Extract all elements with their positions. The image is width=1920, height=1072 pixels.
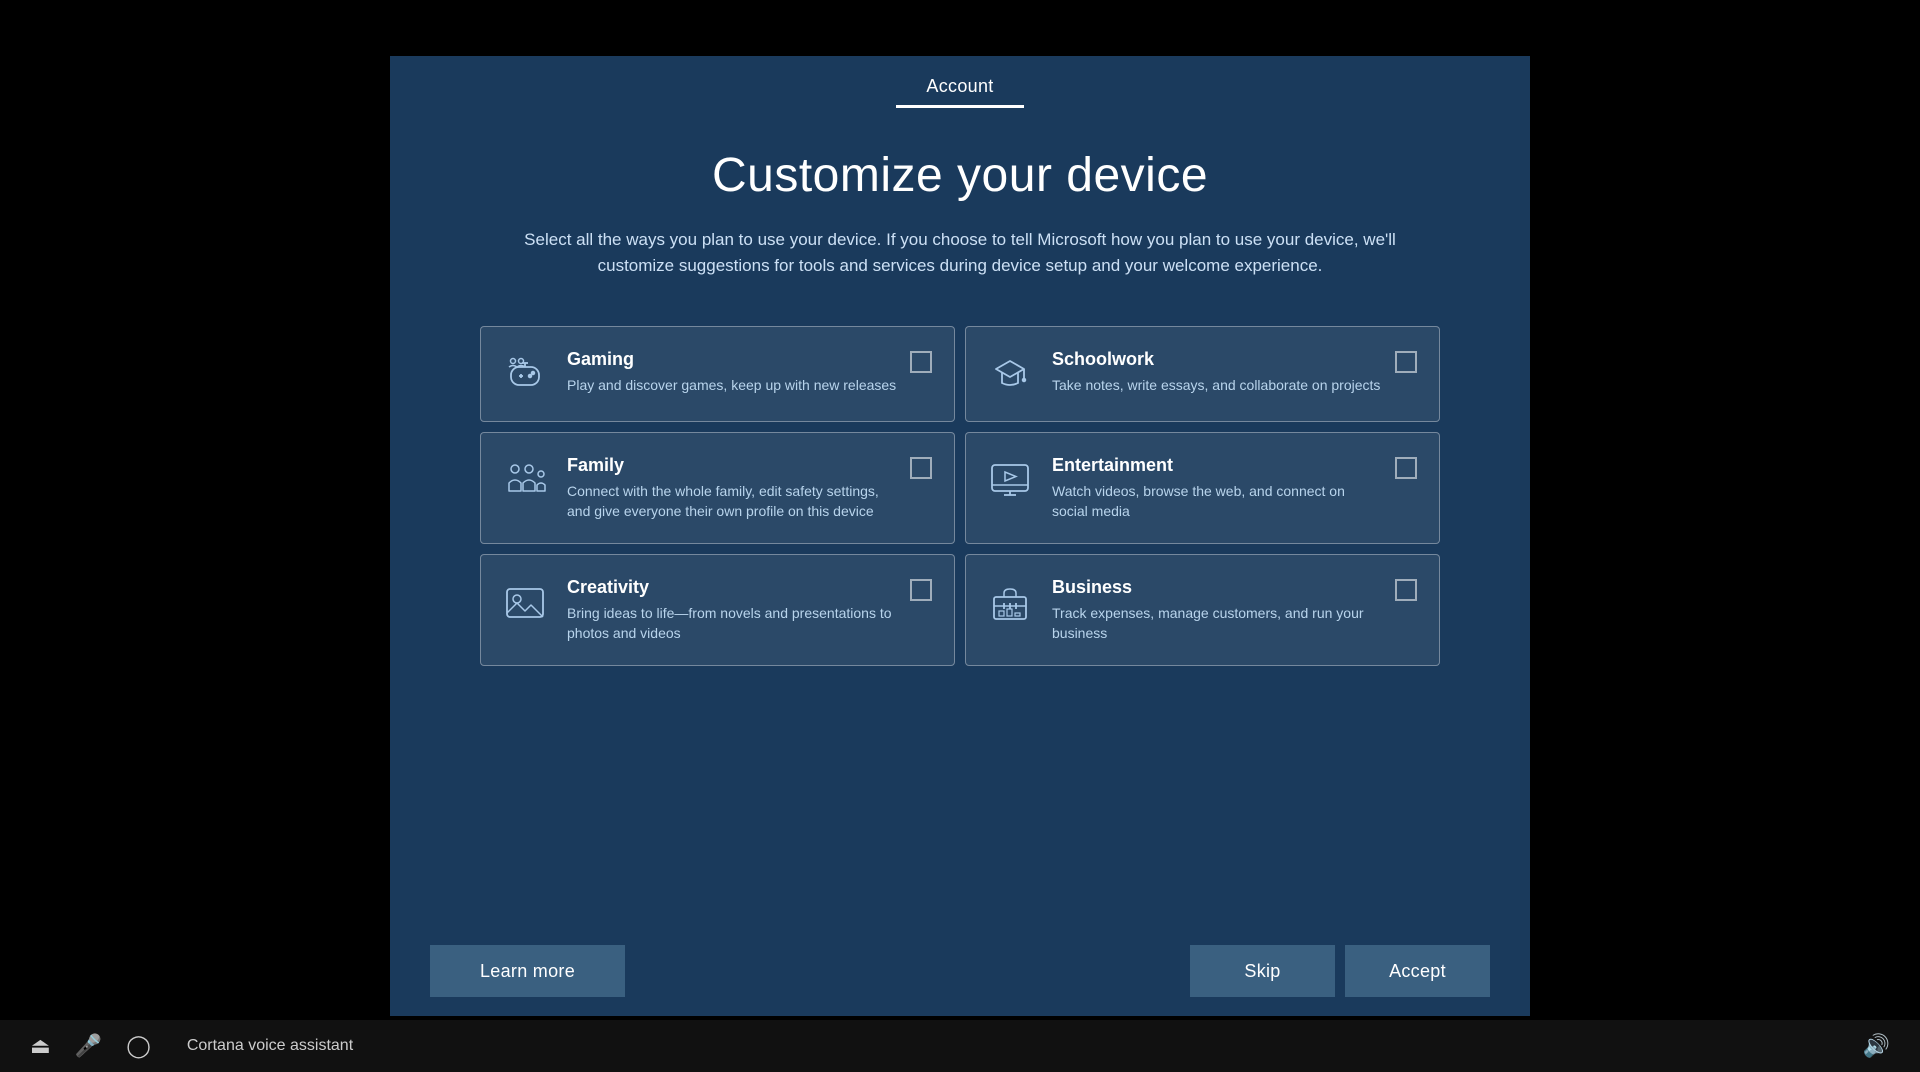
accept-button[interactable]: Accept [1345, 945, 1490, 997]
entertainment-card-desc: Watch videos, browse the web, and connec… [1052, 482, 1383, 521]
back-icon[interactable]: ⏏ [30, 1033, 51, 1059]
business-card-desc: Track expenses, manage customers, and ru… [1052, 604, 1383, 643]
gaming-checkbox[interactable] [910, 351, 932, 373]
cortana-label: Cortana voice assistant [187, 1037, 353, 1055]
top-nav: Account [390, 56, 1530, 108]
schoolwork-checkbox[interactable] [1395, 351, 1417, 373]
main-content: Customize your device Select all the way… [390, 108, 1530, 926]
family-checkbox[interactable] [910, 457, 932, 479]
action-buttons: Skip Accept [1190, 945, 1490, 997]
cortana-icon[interactable]: ◯ [126, 1033, 151, 1059]
taskbar-left: ⏏ 🎤 ◯ Cortana voice assistant [30, 1033, 353, 1059]
business-icon [986, 579, 1034, 627]
cards-grid: Gaming Play and discover games, keep up … [480, 326, 1440, 666]
creativity-card-text: Creativity Bring ideas to life—from nove… [567, 577, 910, 643]
gaming-card[interactable]: Gaming Play and discover games, keep up … [480, 326, 955, 422]
setup-window: Account Customize your device Select all… [390, 56, 1530, 1016]
entertainment-icon [986, 457, 1034, 505]
gaming-card-title: Gaming [567, 349, 898, 370]
family-card-desc: Connect with the whole family, edit safe… [567, 482, 898, 521]
page-title: Customize your device [712, 148, 1208, 203]
family-card-title: Family [567, 455, 898, 476]
schoolwork-card[interactable]: Schoolwork Take notes, write essays, and… [965, 326, 1440, 422]
business-card-text: Business Track expenses, manage customer… [1052, 577, 1395, 643]
bottom-bar: Learn more Skip Accept [390, 926, 1530, 1016]
schoolwork-card-title: Schoolwork [1052, 349, 1383, 370]
business-checkbox[interactable] [1395, 579, 1417, 601]
gaming-icon [501, 351, 549, 399]
schoolwork-card-text: Schoolwork Take notes, write essays, and… [1052, 349, 1395, 396]
account-tab[interactable]: Account [896, 66, 1023, 108]
family-icon [501, 457, 549, 505]
family-card[interactable]: Family Connect with the whole family, ed… [480, 432, 955, 544]
creativity-icon [501, 579, 549, 627]
creativity-card[interactable]: Creativity Bring ideas to life—from nove… [480, 554, 955, 666]
volume-icon[interactable]: 🔊 [1863, 1033, 1890, 1059]
microphone-icon[interactable]: 🎤 [75, 1033, 102, 1059]
creativity-checkbox[interactable] [910, 579, 932, 601]
creativity-card-title: Creativity [567, 577, 898, 598]
entertainment-card[interactable]: Entertainment Watch videos, browse the w… [965, 432, 1440, 544]
business-card[interactable]: Business Track expenses, manage customer… [965, 554, 1440, 666]
creativity-card-desc: Bring ideas to life—from novels and pres… [567, 604, 898, 643]
gaming-card-desc: Play and discover games, keep up with ne… [567, 376, 898, 396]
business-card-title: Business [1052, 577, 1383, 598]
page-description: Select all the ways you plan to use your… [510, 227, 1410, 278]
learn-more-button[interactable]: Learn more [430, 945, 625, 997]
taskbar: ⏏ 🎤 ◯ Cortana voice assistant 🔊 [0, 1020, 1920, 1072]
schoolwork-icon [986, 351, 1034, 399]
skip-button[interactable]: Skip [1190, 945, 1335, 997]
family-card-text: Family Connect with the whole family, ed… [567, 455, 910, 521]
entertainment-card-text: Entertainment Watch videos, browse the w… [1052, 455, 1395, 521]
entertainment-checkbox[interactable] [1395, 457, 1417, 479]
gaming-card-text: Gaming Play and discover games, keep up … [567, 349, 910, 396]
schoolwork-card-desc: Take notes, write essays, and collaborat… [1052, 376, 1383, 396]
entertainment-card-title: Entertainment [1052, 455, 1383, 476]
